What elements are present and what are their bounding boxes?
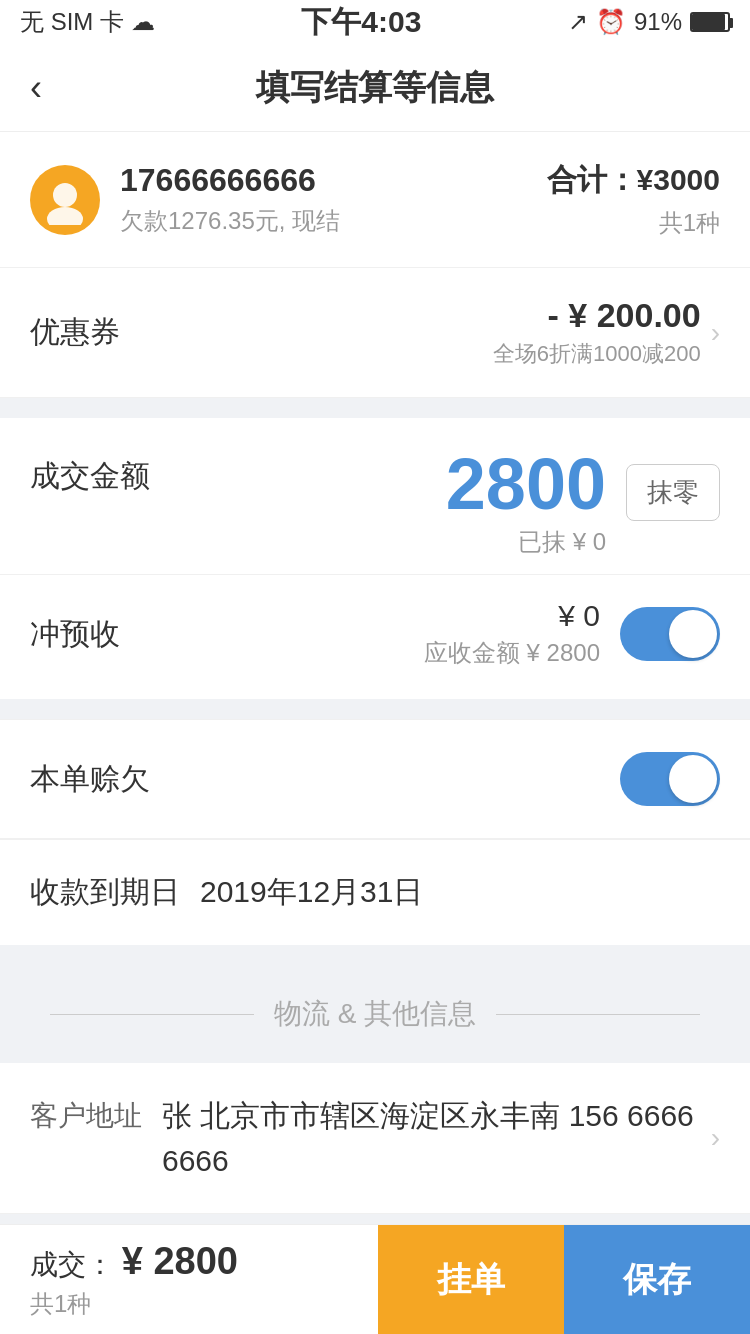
bottom-bar: 成交： ¥ 2800 共1种 挂单 保存 (0, 1224, 750, 1334)
logistics-header: 物流 & 其他信息 (0, 965, 750, 1063)
coupon-right: - ¥ 200.00 全场6折满1000减200 › (493, 296, 720, 369)
svg-point-1 (47, 207, 83, 225)
divider-1 (0, 398, 750, 418)
customer-phone: 17666666666 (120, 162, 547, 199)
address-row[interactable]: 客户地址 张 北京市市辖区海淀区永丰南 156 6666 6666 › (0, 1063, 750, 1214)
total-count: 共1种 (547, 207, 720, 239)
status-right: ↗ ⏰ 91% (568, 8, 730, 36)
debt-toggle[interactable] (620, 752, 720, 806)
debt-toggle-row: 本单赊欠 (0, 719, 750, 839)
battery-level: 91% (634, 8, 682, 36)
prepay-amount: ¥ 0 (424, 599, 600, 633)
customer-debt: 欠款1276.35元, 现结 (120, 205, 547, 237)
amount-row: 成交金额 2800 已抹 ¥ 0 抹零 (0, 418, 750, 574)
prepay-right: ¥ 0 应收金额 ¥ 2800 (424, 599, 720, 669)
customer-info: 17666666666 欠款1276.35元, 现结 (120, 162, 547, 237)
amount-value-block: 2800 已抹 ¥ 0 (446, 448, 606, 558)
status-time: 下午4:03 (301, 2, 421, 43)
location-icon: ↗ (568, 8, 588, 36)
divider-2 (0, 699, 750, 719)
due-date-label: 收款到期日 (30, 872, 180, 913)
bottom-deal-label: 成交： ¥ 2800 (30, 1240, 348, 1284)
back-button[interactable]: ‹ (30, 67, 42, 109)
status-bar: 无 SIM 卡 ☁ 下午4:03 ↗ ⏰ 91% (0, 0, 750, 44)
coupon-row[interactable]: 优惠券 - ¥ 200.00 全场6折满1000减200 › (0, 268, 750, 398)
save-button[interactable]: 保存 (564, 1225, 750, 1334)
pending-button[interactable]: 挂单 (378, 1225, 564, 1334)
bottom-amount: ¥ 2800 (122, 1240, 238, 1282)
amount-sub: 已抹 ¥ 0 (446, 526, 606, 558)
coupon-discount: - ¥ 200.00 (493, 296, 701, 335)
debt-toggle-label: 本单赊欠 (30, 759, 150, 800)
logistics-label: 物流 & 其他信息 (274, 995, 476, 1033)
address-label: 客户地址 (30, 1093, 142, 1135)
customer-total: 合计：¥3000 共1种 (547, 160, 720, 239)
amount-value: 2800 (446, 448, 606, 520)
avatar (30, 165, 100, 235)
svg-point-0 (53, 183, 77, 207)
amount-right: 2800 已抹 ¥ 0 抹零 (446, 448, 720, 558)
due-date-value: 2019年12月31日 (200, 872, 423, 913)
due-date-row: 收款到期日 2019年12月31日 (0, 839, 750, 945)
total-amount: 合计：¥3000 (547, 160, 720, 201)
page-title: 填写结算等信息 (256, 65, 494, 111)
coupon-discount-block: - ¥ 200.00 全场6折满1000减200 (493, 296, 701, 369)
address-value: 张 北京市市辖区海淀区永丰南 156 6666 6666 (162, 1093, 701, 1183)
prepay-amount-block: ¥ 0 应收金额 ¥ 2800 (424, 599, 600, 669)
battery-icon (690, 12, 730, 32)
prepay-row: 冲预收 ¥ 0 应收金额 ¥ 2800 (0, 574, 750, 699)
bottom-summary: 成交： ¥ 2800 共1种 (0, 1225, 378, 1334)
prepay-toggle[interactable] (620, 607, 720, 661)
address-chevron-icon: › (711, 1122, 720, 1154)
nav-bar: ‹ 填写结算等信息 (0, 44, 750, 132)
prepay-sub: 应收金额 ¥ 2800 (424, 637, 600, 669)
chevron-right-icon: › (711, 317, 720, 349)
alarm-icon: ⏰ (596, 8, 626, 36)
prepay-label: 冲预收 (30, 614, 120, 655)
divider-3 (0, 945, 750, 965)
coupon-label: 优惠券 (30, 312, 120, 353)
toggle-knob (669, 610, 717, 658)
amount-label: 成交金额 (30, 448, 150, 497)
bottom-count: 共1种 (30, 1288, 348, 1320)
customer-row: 17666666666 欠款1276.35元, 现结 合计：¥3000 共1种 (0, 132, 750, 268)
status-left: 无 SIM 卡 ☁ (20, 6, 155, 38)
coupon-desc: 全场6折满1000减200 (493, 339, 701, 369)
sim-status: 无 SIM 卡 ☁ (20, 6, 155, 38)
debt-toggle-knob (669, 755, 717, 803)
round-button[interactable]: 抹零 (626, 464, 720, 521)
deal-text: 成交： (30, 1249, 114, 1280)
